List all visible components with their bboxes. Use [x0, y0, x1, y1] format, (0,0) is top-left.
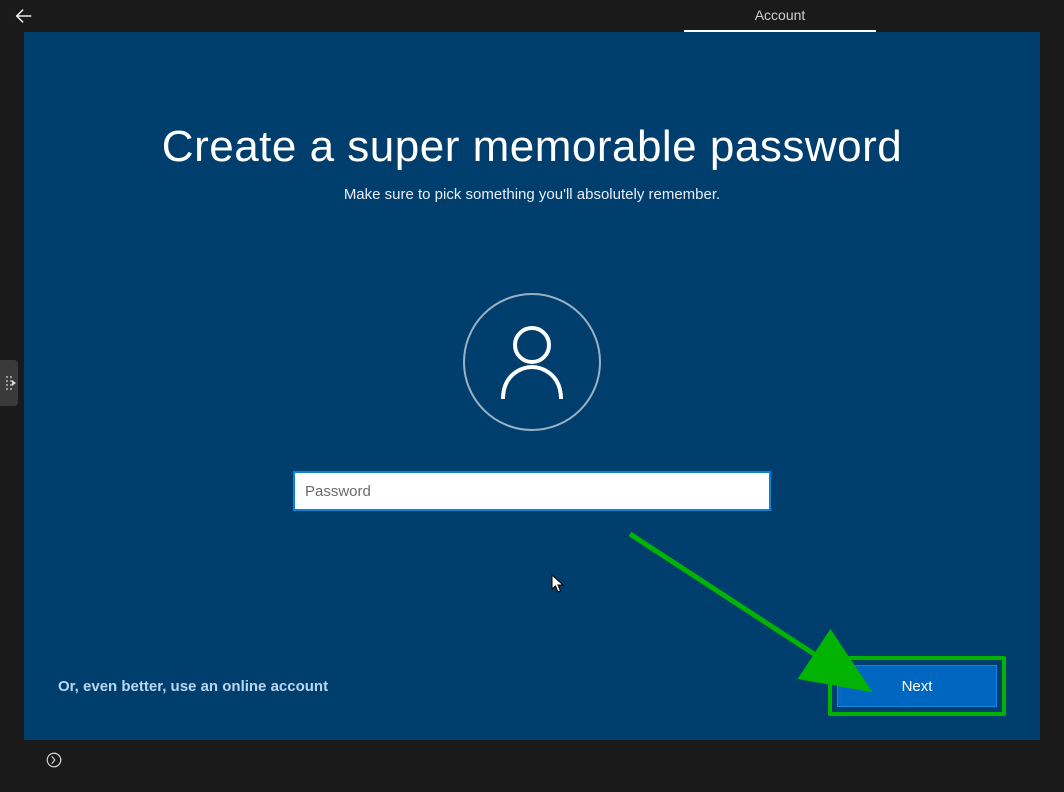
user-avatar-icon — [463, 293, 601, 431]
bottom-bar — [24, 740, 1040, 780]
back-button[interactable] — [0, 0, 48, 32]
ease-of-access-icon — [45, 751, 63, 769]
next-button-highlight: Next — [828, 656, 1006, 716]
mouse-cursor-icon — [551, 574, 565, 594]
page-subtitle: Make sure to pick something you'll absol… — [24, 186, 1040, 203]
avatar-container — [24, 293, 1040, 431]
window-frame: Account Create a super memorable passwor… — [0, 0, 1064, 792]
top-bar: Account — [0, 0, 1064, 32]
chevron-right-icon — [12, 380, 16, 386]
setup-stage: Create a super memorable password Make s… — [24, 32, 1040, 740]
next-button[interactable]: Next — [837, 665, 997, 707]
password-row — [24, 471, 1040, 511]
ease-of-access-button[interactable] — [34, 740, 74, 780]
password-input[interactable] — [293, 471, 771, 511]
back-arrow-icon — [13, 5, 35, 27]
tab-account[interactable]: Account — [684, 0, 876, 32]
page-title: Create a super memorable password — [24, 122, 1040, 172]
bottom-actions: Or, even better, use an online account N… — [58, 656, 1006, 716]
side-panel-handle[interactable] — [0, 360, 18, 406]
use-online-account-link[interactable]: Or, even better, use an online account — [58, 678, 328, 695]
person-icon — [497, 323, 567, 401]
